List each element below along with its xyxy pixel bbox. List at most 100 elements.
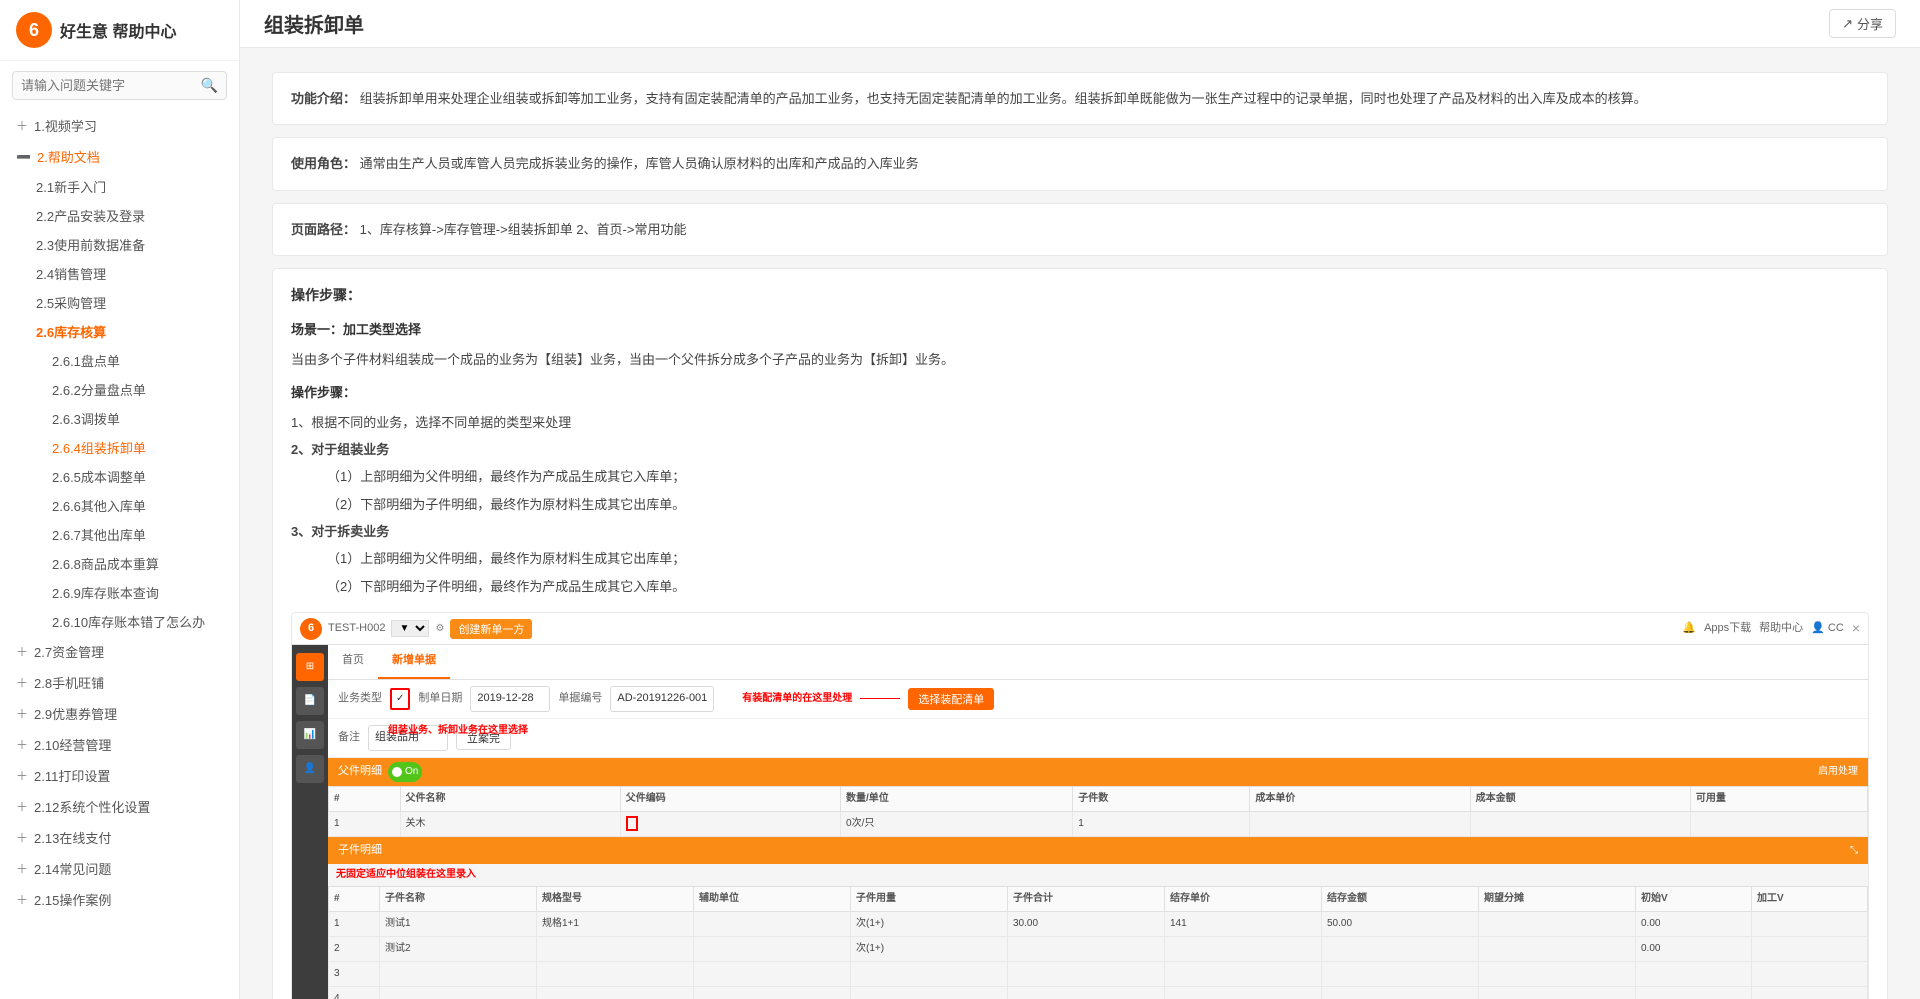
main-panel: 组装拆卸单 ↗ 分享 功能介绍： 组装拆卸单用来处理企业组装或拆卸等加工业务，支… <box>240 0 1920 999</box>
expand-icon: ＋ <box>16 705 28 722</box>
path-block: 页面路径： 1、库存核算->库存管理->组装拆卸单 2、首页->常用功能 <box>272 203 1888 256</box>
select-bom-btn[interactable]: 选择装配清单 <box>908 688 994 710</box>
section-bar-label: 父件明细 <box>338 762 382 782</box>
step2-1-text: （1）上部明细为父件明细，最终作为产成品生成其它入库单； <box>327 465 1869 488</box>
sidebar-item-label: 2.11打印设置 <box>34 766 110 785</box>
sidebar-item-inventory[interactable]: 2.6库存核算 <box>0 317 239 346</box>
sidebar-item-finance[interactable]: ＋ 2.7资金管理 <box>0 636 239 667</box>
company-selector[interactable]: ▼ <box>391 620 429 637</box>
lower-section-bar: 子件明细 ⤡ <box>328 837 1868 865</box>
app-tab-new-order[interactable]: 新增单据 <box>378 645 450 679</box>
expand-icon: ＋ <box>16 891 28 908</box>
role-label: 使用角色： <box>291 156 356 171</box>
toggle-label: On <box>405 763 418 781</box>
callout-bom-label: 有装配清单的在这里处理 <box>742 690 852 708</box>
sidebar-header: 6 好生意 帮助中心 <box>0 0 239 61</box>
sidebar-item-label: 2.9优惠券管理 <box>34 704 117 723</box>
table-row: 4 <box>329 987 1868 999</box>
search-box[interactable]: 🔍 <box>12 71 227 100</box>
expand-icon: ＋ <box>16 674 28 691</box>
app-sidebar-chart-icon[interactable]: 📊 <box>296 721 324 749</box>
enable-toggle[interactable]: On <box>388 762 422 782</box>
sidebar-item-transfer[interactable]: 2.6.3调拨单 <box>0 404 239 433</box>
sidebar-item-operations[interactable]: ＋ 2.10经营管理 <box>0 729 239 760</box>
share-button[interactable]: ↗ 分享 <box>1829 9 1896 38</box>
sidebar: 6 好生意 帮助中心 🔍 ＋ 1.视频学习 ➖ 2.帮助文档 2.1新手入门 2… <box>0 0 240 999</box>
col-l-child-name: 子件名称 <box>379 887 536 912</box>
app-body: ⊞ 📄 📊 👤 首页 新增单据 <box>292 645 1868 999</box>
path-label: 页面路径： <box>291 222 356 237</box>
cell-parent-code <box>620 811 840 836</box>
sidebar-item-purchase[interactable]: 2.5采购管理 <box>0 288 239 317</box>
form-date-input[interactable]: 2019-12-28 <box>470 686 550 712</box>
sidebar-item-mobile[interactable]: ＋ 2.8手机旺铺 <box>0 667 239 698</box>
sidebar-item-partial-stocktake[interactable]: 2.6.2分量盘点单 <box>0 375 239 404</box>
sidebar-item-ledger-query[interactable]: 2.6.9库存账本查询 <box>0 578 239 607</box>
table-row: 1 测试1 规格1+1 次(1+) 30.00 141 50.00 <box>329 912 1868 937</box>
sidebar-item-stocktake[interactable]: 2.6.1盘点单 <box>0 346 239 375</box>
app-sidebar-home-icon[interactable]: ⊞ <box>296 653 324 681</box>
app-sidebar-icons: ⊞ 📄 📊 👤 <box>292 645 328 999</box>
app-titlebar: 6 TEST-H002 ▼ ⚙ 创建新单一方 🔔 Apps下载 帮助中心 <box>292 613 1868 645</box>
sidebar-item-install[interactable]: 2.2产品安装及登录 <box>0 201 239 230</box>
table-row: 2 测试2 次(1+) <box>329 937 1868 962</box>
app-tab-home[interactable]: 首页 <box>328 645 378 679</box>
cell-cost-price <box>1250 811 1470 836</box>
sidebar-item-beginner[interactable]: 2.1新手入门 <box>0 172 239 201</box>
parent-code-input[interactable] <box>626 816 638 831</box>
sidebar-item-label: 2.8手机旺铺 <box>34 673 104 692</box>
app-logo-icon: 6 <box>300 618 322 640</box>
callout-handle-label: 启用处理 <box>1818 763 1858 781</box>
sidebar-item-cost-adjust[interactable]: 2.6.5成本调整单 <box>0 462 239 491</box>
search-icon[interactable]: 🔍 <box>201 77 218 94</box>
page-title: 组装拆卸单 <box>264 9 364 38</box>
cell-available <box>1690 811 1867 836</box>
table-header-row-lower: # 子件名称 规格型号 辅助单位 子件用量 子件合计 结存单价 结存金额 <box>329 887 1868 912</box>
search-input[interactable] <box>21 78 201 93</box>
sidebar-item-print[interactable]: ＋ 2.11打印设置 <box>0 760 239 791</box>
col-l-proc-v: 加工V <box>1751 887 1867 912</box>
sidebar-item-label: 2.12系统个性化设置 <box>34 797 150 816</box>
callout-arrow-line <box>860 698 900 699</box>
sidebar-item-personalization[interactable]: ＋ 2.12系统个性化设置 <box>0 791 239 822</box>
sidebar-item-cases[interactable]: ＋ 2.15操作案例 <box>0 884 239 915</box>
sidebar-item-faq[interactable]: ＋ 2.14常见问题 <box>0 853 239 884</box>
col-parent-code: 父件编码 <box>620 786 840 811</box>
col-l-aux-unit: 辅助单位 <box>693 887 850 912</box>
ops-title: 操作步骤： <box>291 283 1869 308</box>
cell-num: 1 <box>329 811 401 836</box>
topbar: 组装拆卸单 ↗ 分享 <box>240 0 1920 48</box>
form-label-date: 制单日期 <box>418 689 462 709</box>
step3-1-text: （1）上部明细为父件明细，最终作为原材料生成其它出库单； <box>327 547 1869 570</box>
close-icon[interactable]: × <box>1852 616 1860 641</box>
col-child-count: 子件数 <box>1073 786 1250 811</box>
create-new-btn[interactable]: 创建新单一方 <box>450 619 532 639</box>
form-row-2: 备注 组装品用 立案完 <box>328 719 1868 758</box>
expand-icon: ＋ <box>16 798 28 815</box>
col-cost-amount: 成本金额 <box>1470 786 1690 811</box>
form-id-input[interactable]: AD-20191226-001 <box>610 686 714 712</box>
step2-text: 2、对于组装业务 <box>291 438 1869 461</box>
sidebar-item-online-pay[interactable]: ＋ 2.13在线支付 <box>0 822 239 853</box>
sidebar-item-cost-recalc[interactable]: 2.6.8商品成本重算 <box>0 549 239 578</box>
sidebar-item-assemble[interactable]: 2.6.4组装拆卸单 <box>0 433 239 462</box>
role-block: 使用角色： 通常由生产人员或库管人员完成拆装业务的操作，库管人员确认原材料的出库… <box>272 137 1888 190</box>
sidebar-item-ledger-error[interactable]: 2.6.10库存账本错了怎么办 <box>0 607 239 636</box>
app-sidebar-person-icon[interactable]: 👤 <box>296 755 324 783</box>
sidebar-item-sales[interactable]: 2.4销售管理 <box>0 259 239 288</box>
sidebar-item-video-learning[interactable]: ＋ 1.视频学习 <box>0 110 239 141</box>
table-header-row-upper: # 父件名称 父件编码 数量/单位 子件数 成本单价 成本金额 可用量 <box>329 786 1868 811</box>
form-label-id: 单据编号 <box>558 689 602 709</box>
sidebar-item-data-prep[interactable]: 2.3使用前数据准备 <box>0 230 239 259</box>
sidebar-item-help-docs[interactable]: ➖ 2.帮助文档 <box>0 141 239 172</box>
sidebar-item-other-out[interactable]: 2.6.7其他出库单 <box>0 520 239 549</box>
sidebar-item-coupons[interactable]: ＋ 2.9优惠券管理 <box>0 698 239 729</box>
expand-icon-lower[interactable]: ⤡ <box>1850 842 1858 860</box>
business-type-selector[interactable]: ✓ <box>390 688 410 710</box>
app-sidebar-doc-icon[interactable]: 📄 <box>296 687 324 715</box>
sidebar-item-other-in[interactable]: 2.6.6其他入库单 <box>0 491 239 520</box>
app-title-left: 6 TEST-H002 ▼ ⚙ 创建新单一方 <box>300 618 532 640</box>
share-label: 分享 <box>1857 14 1883 33</box>
app-topbar-icons: 🔔 Apps下载 帮助中心 👤 CC × <box>1682 616 1860 641</box>
role-text: 通常由生产人员或库管人员完成拆装业务的操作，库管人员确认原材料的出库和产成品的入… <box>360 156 919 171</box>
